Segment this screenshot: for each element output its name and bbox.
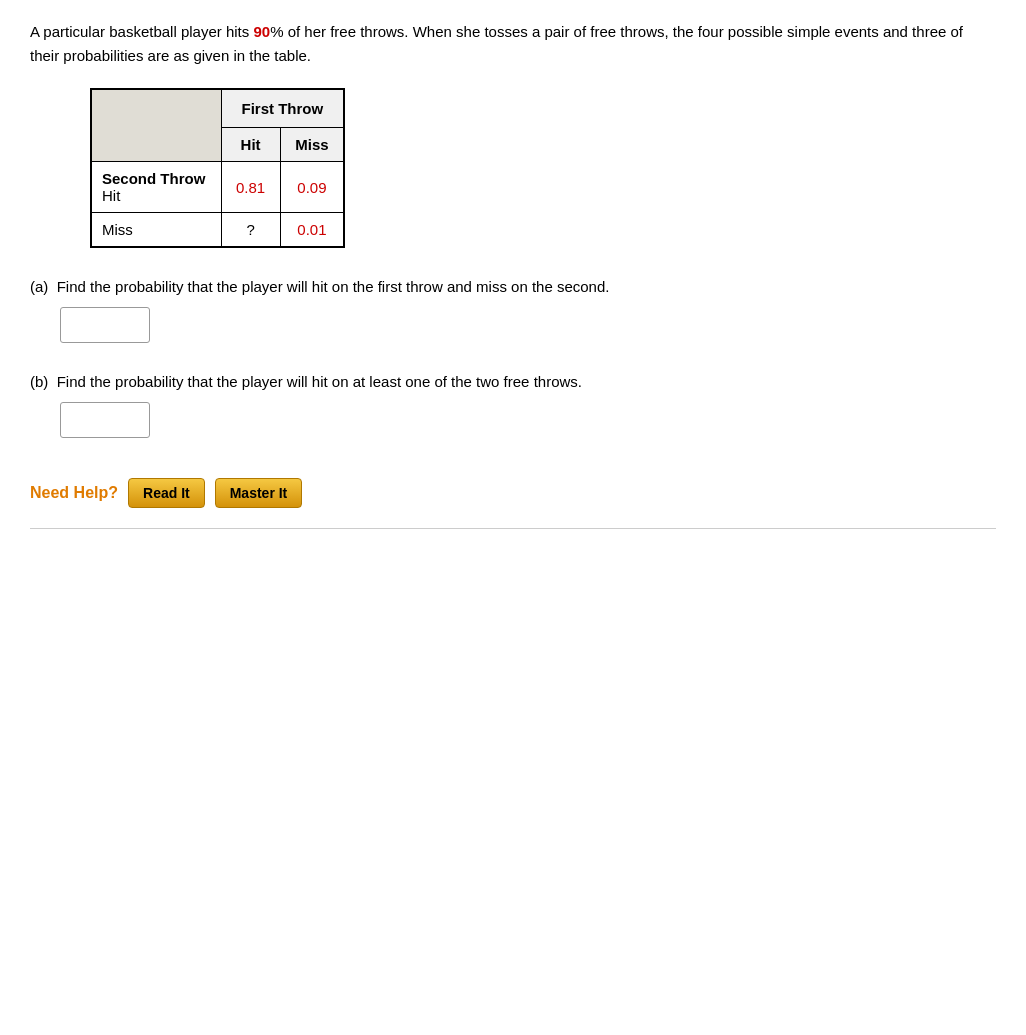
corner-cell xyxy=(91,89,221,162)
question-b-body: Find the probability that the player wil… xyxy=(57,373,582,390)
highlight-percentage: 90 xyxy=(253,23,270,40)
cell-hit-hit: 0.81 xyxy=(221,162,280,213)
question-a-section: (a) Find the probability that the player… xyxy=(30,278,996,343)
col-header-hit: Hit xyxy=(221,128,280,162)
master-it-button[interactable]: Master It xyxy=(215,478,303,508)
probability-table-container: First Throw Hit Miss Second Throw Hit 0.… xyxy=(90,88,996,248)
question-a-label: (a) xyxy=(30,278,48,295)
cell-miss-hit: ? xyxy=(221,213,280,248)
need-help-section: Need Help? Read It Master It xyxy=(30,478,996,508)
intro-paragraph: A particular basketball player hits 90% … xyxy=(30,20,996,68)
question-a-text: (a) Find the probability that the player… xyxy=(30,278,996,295)
intro-text-before: A particular basketball player hits xyxy=(30,23,253,40)
need-help-label: Need Help? xyxy=(30,484,118,502)
first-throw-header: First Throw xyxy=(221,89,344,128)
col-header-miss: Miss xyxy=(280,128,344,162)
read-it-button[interactable]: Read It xyxy=(128,478,205,508)
table-row-hit: Second Throw Hit 0.81 0.09 xyxy=(91,162,344,213)
table-row-miss: Miss ? 0.01 xyxy=(91,213,344,248)
bottom-divider xyxy=(30,528,996,529)
question-b-text: (b) Find the probability that the player… xyxy=(30,373,996,390)
cell-hit-miss: 0.09 xyxy=(280,162,344,213)
question-b-label: (b) xyxy=(30,373,48,390)
row-label-hit: Second Throw Hit xyxy=(91,162,221,213)
question-b-section: (b) Find the probability that the player… xyxy=(30,373,996,438)
cell-miss-miss: 0.01 xyxy=(280,213,344,248)
answer-b-input[interactable] xyxy=(60,402,150,438)
row-hit-label: Hit xyxy=(102,187,120,204)
question-a-body: Find the probability that the player wil… xyxy=(57,278,610,295)
answer-a-input[interactable] xyxy=(60,307,150,343)
table-header-row-1: First Throw xyxy=(91,89,344,128)
probability-table: First Throw Hit Miss Second Throw Hit 0.… xyxy=(90,88,345,248)
second-throw-label: Second Throw xyxy=(102,170,205,187)
row-miss-label: Miss xyxy=(91,213,221,248)
